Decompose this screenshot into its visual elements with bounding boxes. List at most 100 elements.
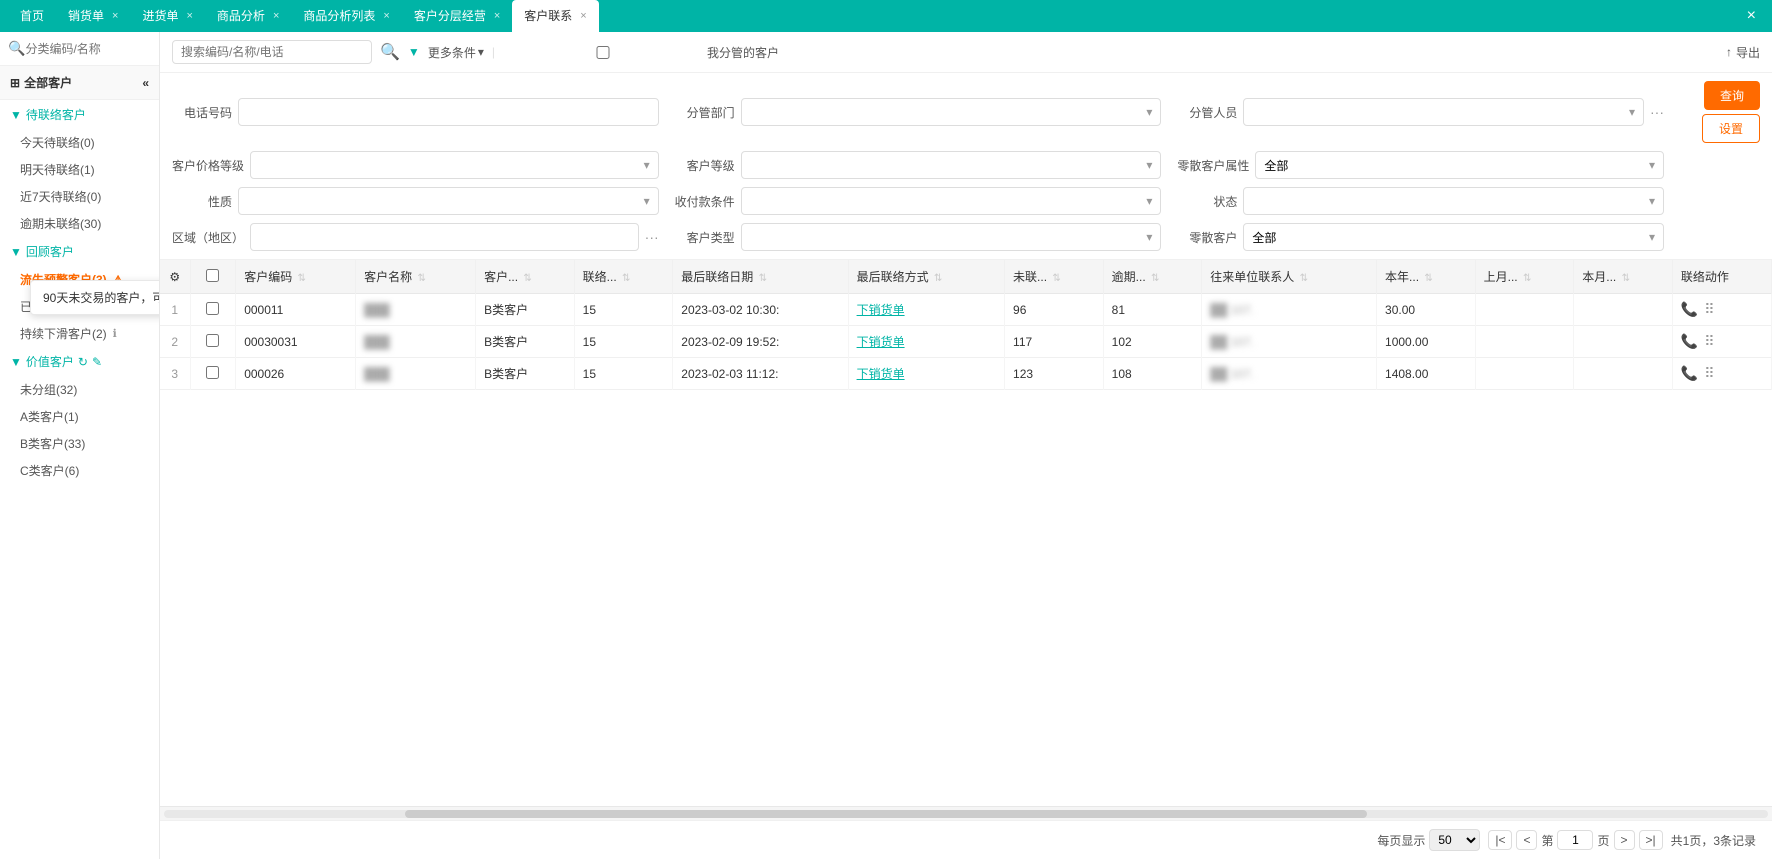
sidebar-item-declining[interactable]: 持续下滑客户(2) ℹ bbox=[0, 320, 159, 347]
more-action-icon[interactable]: ⠿ bbox=[1704, 301, 1714, 318]
contact-action-icon[interactable]: 📞 bbox=[1681, 365, 1698, 382]
col-last-month[interactable]: 上月... ⇅ bbox=[1475, 260, 1574, 294]
my-customers-checkbox-label[interactable]: 我分管的客户 bbox=[503, 44, 779, 61]
row-checkbox[interactable] bbox=[206, 366, 219, 379]
col-code[interactable]: 客户编码 ⇅ bbox=[236, 260, 356, 294]
row-checkbox[interactable] bbox=[206, 334, 219, 347]
cell-last-method[interactable]: 下销货单 bbox=[848, 326, 1004, 358]
per-page-select[interactable]: 50 100 200 bbox=[1429, 829, 1480, 851]
nav-analysis[interactable]: 商品分析 × bbox=[205, 0, 291, 32]
close-analysis-tab[interactable]: × bbox=[273, 0, 279, 32]
col-overdue[interactable]: 逾期... ⇅ bbox=[1103, 260, 1202, 294]
col-this-year[interactable]: 本年... ⇅ bbox=[1377, 260, 1476, 294]
close-analysis-list-tab[interactable]: × bbox=[383, 0, 389, 32]
refresh-icon[interactable]: ↻ bbox=[78, 355, 88, 369]
sidebar-item-class-c[interactable]: C类客户(6) bbox=[0, 457, 159, 484]
manager-more-icon[interactable]: ··· bbox=[1650, 104, 1664, 120]
close-sales-tab[interactable]: × bbox=[112, 0, 118, 32]
row-checkbox[interactable] bbox=[206, 302, 219, 315]
col-contact[interactable]: 联络... ⇅ bbox=[574, 260, 673, 294]
search-input[interactable] bbox=[172, 40, 372, 64]
manager-select[interactable]: ▾ bbox=[1243, 98, 1644, 126]
col-this-month[interactable]: 本月... ⇅ bbox=[1574, 260, 1673, 294]
first-page-button[interactable]: |< bbox=[1488, 830, 1512, 850]
my-customers-checkbox[interactable] bbox=[503, 46, 703, 59]
scattered-attr-select[interactable]: 全部 ▾ bbox=[1255, 151, 1664, 179]
nav-customer-tier[interactable]: 客户分层经营 × bbox=[402, 0, 512, 32]
nature-select[interactable]: ▾ bbox=[238, 187, 659, 215]
cell-checkbox[interactable] bbox=[190, 326, 236, 358]
export-button[interactable]: ↑ 导出 bbox=[1726, 44, 1760, 61]
phone-input[interactable] bbox=[238, 98, 659, 126]
customer-type-select[interactable]: ▾ bbox=[741, 223, 1162, 251]
col-uncontacted[interactable]: 未联... ⇅ bbox=[1005, 260, 1104, 294]
scattered-select[interactable]: 全部 ▾ bbox=[1243, 223, 1664, 251]
sidebar-collapse-icon[interactable]: « bbox=[142, 76, 149, 90]
last-method-link[interactable]: 下销货单 bbox=[857, 367, 905, 381]
col-checkbox[interactable] bbox=[190, 260, 236, 294]
sidebar-item-today[interactable]: 今天待联络(0) bbox=[0, 129, 159, 156]
page-number-input[interactable] bbox=[1557, 830, 1593, 850]
sidebar-item-class-b[interactable]: B类客户(33) bbox=[0, 430, 159, 457]
sidebar-section-review[interactable]: ▼ 回顾客户 bbox=[0, 237, 159, 266]
sidebar-item-overdue-contact[interactable]: 逾期未联络(30) bbox=[0, 210, 159, 237]
col-name[interactable]: 客户名称 ⇅ bbox=[356, 260, 476, 294]
scroll-thumb[interactable] bbox=[405, 810, 1367, 818]
col-settings[interactable]: ⚙ bbox=[160, 260, 190, 294]
select-all-checkbox[interactable] bbox=[206, 269, 219, 282]
region-select[interactable] bbox=[250, 223, 639, 251]
last-method-link[interactable]: 下销货单 bbox=[857, 303, 905, 317]
close-customer-contact-tab[interactable]: × bbox=[580, 0, 586, 32]
cell-checkbox[interactable] bbox=[190, 294, 236, 326]
col-last-date[interactable]: 最后联络日期 ⇅ bbox=[673, 260, 848, 294]
status-select[interactable]: ▾ bbox=[1243, 187, 1664, 215]
settings-button[interactable]: 设置 bbox=[1702, 114, 1760, 143]
sidebar-search-input[interactable] bbox=[25, 42, 160, 56]
col-contact-person[interactable]: 往来单位联系人 ⇅ bbox=[1202, 260, 1377, 294]
price-tier-select[interactable]: ▾ bbox=[250, 151, 659, 179]
sidebar-all-customers[interactable]: ⊞ 全部客户 « bbox=[0, 66, 159, 100]
contact-action-icon[interactable]: 📞 bbox=[1681, 301, 1698, 318]
sidebar-item-7days[interactable]: 近7天待联络(0) bbox=[0, 183, 159, 210]
col-last-method[interactable]: 最后联络方式 ⇅ bbox=[848, 260, 1004, 294]
nav-analysis-list[interactable]: 商品分析列表 × bbox=[291, 0, 401, 32]
scroll-track[interactable] bbox=[164, 810, 1768, 818]
sidebar-section-value[interactable]: ▼ 价值客户 ↻ ✎ bbox=[0, 347, 159, 376]
col-type[interactable]: 客户... ⇅ bbox=[476, 260, 575, 294]
filter-payment: 收付款条件 ▾ bbox=[675, 187, 1162, 215]
customer-tier-select[interactable]: ▾ bbox=[741, 151, 1162, 179]
last-page-button[interactable]: >| bbox=[1639, 830, 1663, 850]
more-action-icon[interactable]: ⠿ bbox=[1704, 333, 1714, 350]
contact-action-icon[interactable]: 📞 bbox=[1681, 333, 1698, 350]
more-conditions-button[interactable]: 更多条件 ▾ bbox=[428, 44, 484, 61]
sidebar-item-ungrouped[interactable]: 未分组(32) bbox=[0, 376, 159, 403]
cell-last-method[interactable]: 下销货单 bbox=[848, 294, 1004, 326]
close-window-button[interactable]: × bbox=[1739, 7, 1764, 25]
horizontal-scrollbar[interactable] bbox=[160, 806, 1772, 820]
query-button[interactable]: 查询 bbox=[1704, 81, 1760, 110]
sidebar-item-tomorrow[interactable]: 明天待联络(1) bbox=[0, 156, 159, 183]
last-method-link[interactable]: 下销货单 bbox=[857, 335, 905, 349]
prev-page-button[interactable]: < bbox=[1516, 830, 1537, 850]
close-customer-tier-tab[interactable]: × bbox=[494, 0, 500, 32]
nav-customer-contact[interactable]: 客户联系 × bbox=[512, 0, 598, 32]
cell-checkbox[interactable] bbox=[190, 358, 236, 390]
more-action-icon[interactable]: ⠿ bbox=[1704, 365, 1714, 382]
sidebar-section-pending[interactable]: ▼ 待联络客户 bbox=[0, 100, 159, 129]
search-button[interactable]: 🔍 bbox=[380, 42, 400, 62]
sort-this-month-icon: ⇅ bbox=[1622, 273, 1630, 284]
nav-sales[interactable]: 销货单 × bbox=[56, 0, 130, 32]
cell-last-method[interactable]: 下销货单 bbox=[848, 358, 1004, 390]
next-page-button[interactable]: > bbox=[1614, 830, 1635, 850]
nav-purchase[interactable]: 进货单 × bbox=[130, 0, 204, 32]
nav-home[interactable]: 首页 bbox=[8, 0, 56, 32]
cell-contact-person: ██ 107. bbox=[1202, 294, 1377, 326]
edit-icon[interactable]: ✎ bbox=[92, 355, 102, 369]
cell-overdue: 108 bbox=[1103, 358, 1202, 390]
sidebar-item-class-a[interactable]: A类客户(1) bbox=[0, 403, 159, 430]
region-more-icon[interactable]: ··· bbox=[645, 229, 659, 245]
close-purchase-tab[interactable]: × bbox=[186, 0, 192, 32]
dept-select[interactable]: ▾ bbox=[741, 98, 1162, 126]
settings-col-icon[interactable]: ⚙ bbox=[169, 270, 180, 284]
payment-select[interactable]: ▾ bbox=[741, 187, 1162, 215]
